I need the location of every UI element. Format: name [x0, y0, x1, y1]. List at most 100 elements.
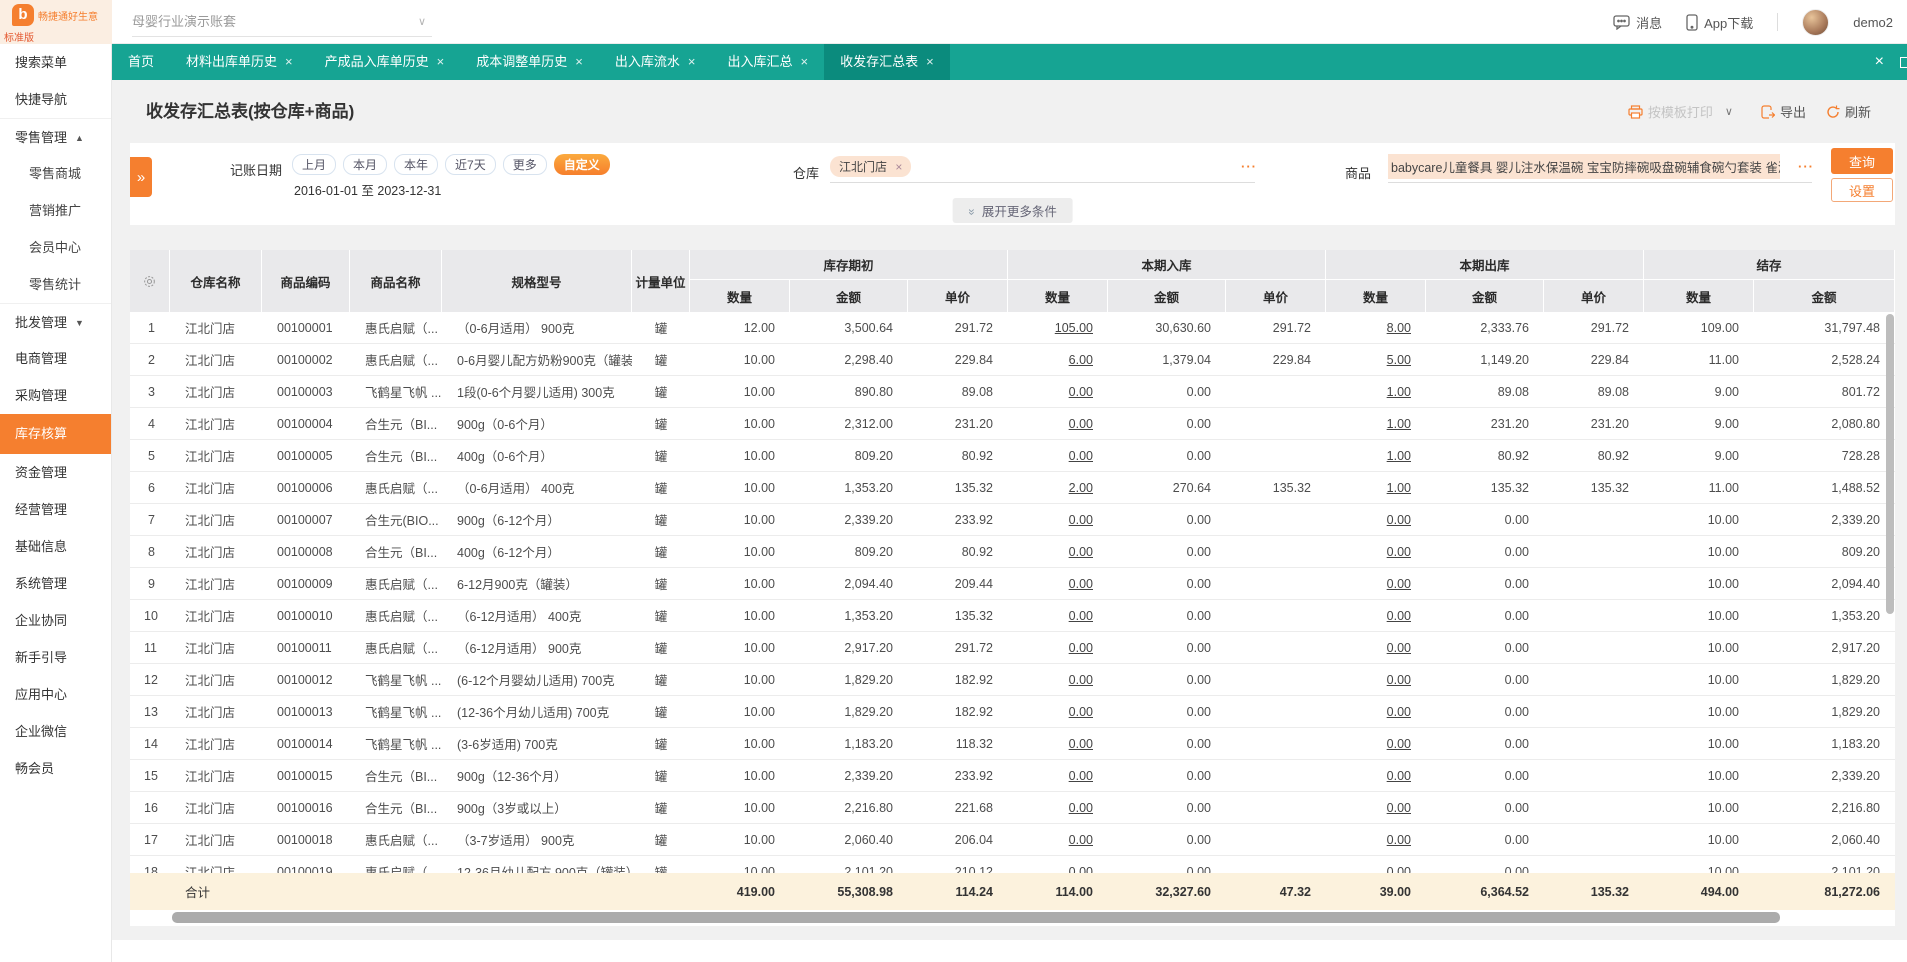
cell-value[interactable]: 0.00 [1326, 513, 1426, 527]
search-button[interactable]: 查询 [1831, 148, 1893, 174]
sidebar-item-14[interactable]: 系统管理 [0, 565, 111, 602]
sub-header-1-1[interactable]: 金额 [1108, 280, 1226, 312]
column-header-2[interactable]: 商品名称 [350, 250, 442, 312]
cell-value[interactable]: 105.00 [1008, 321, 1108, 335]
cell-value[interactable]: 0.00 [1326, 769, 1426, 783]
sidebar-item-18[interactable]: 企业微信 [0, 713, 111, 750]
cell-value[interactable]: 1.00 [1326, 481, 1426, 495]
cell-value[interactable]: 0.00 [1326, 545, 1426, 559]
column-settings-gear-icon[interactable] [130, 250, 170, 312]
cell-value[interactable]: 0.00 [1008, 385, 1108, 399]
messages-button[interactable]: 消息 [1613, 13, 1662, 32]
tab-0[interactable]: 首页 [112, 44, 170, 80]
date-preset-2[interactable]: 本年 [394, 154, 439, 175]
cell-value[interactable]: 0.00 [1326, 801, 1426, 815]
sidebar-item-8[interactable]: 电商管理 [0, 340, 111, 377]
tab-close-icon[interactable]: × [800, 54, 808, 69]
app-download-button[interactable]: App下载 [1686, 13, 1753, 32]
sidebar-item-16[interactable]: 新手引导 [0, 639, 111, 676]
account-selector[interactable]: 母婴行业演示账套 ∨ [132, 7, 432, 37]
sidebar-item-17[interactable]: 应用中心 [0, 676, 111, 713]
sub-header-3-1[interactable]: 金额 [1754, 280, 1895, 312]
date-preset-3[interactable]: 近7天 [445, 154, 496, 175]
cell-value[interactable]: 0.00 [1008, 513, 1108, 527]
close-all-tabs-icon[interactable]: × [1875, 53, 1884, 71]
sub-header-1-2[interactable]: 单价 [1226, 280, 1326, 312]
sidebar-item-1[interactable]: 快捷导航 [0, 81, 111, 118]
cell-value[interactable]: 0.00 [1326, 833, 1426, 847]
cell-value[interactable]: 5.00 [1326, 353, 1426, 367]
column-header-0[interactable]: 仓库名称 [170, 250, 262, 312]
export-button[interactable]: 导出 [1761, 102, 1806, 121]
sidebar-item-0[interactable]: 搜索菜单 [0, 44, 111, 81]
cell-value[interactable]: 0.00 [1008, 769, 1108, 783]
sidebar-item-15[interactable]: 企业协同 [0, 602, 111, 639]
tab-close-icon[interactable]: × [285, 54, 293, 69]
cell-value[interactable]: 0.00 [1008, 417, 1108, 431]
sidebar-item-3[interactable]: 零售商城 [0, 155, 111, 192]
column-header-1[interactable]: 商品编码 [262, 250, 350, 312]
collapse-filter-button[interactable]: » [130, 157, 152, 197]
sidebar-item-6[interactable]: 零售统计 [0, 266, 111, 303]
sidebar-item-12[interactable]: 经营管理 [0, 491, 111, 528]
cell-value[interactable]: 8.00 [1326, 321, 1426, 335]
tab-1[interactable]: 材料出库单历史 × [170, 44, 309, 80]
remove-warehouse-tag-icon[interactable]: × [895, 160, 902, 174]
vertical-scrollbar[interactable] [1886, 314, 1894, 614]
sidebar-item-5[interactable]: 会员中心 [0, 229, 111, 266]
tab-close-icon[interactable]: × [688, 54, 696, 69]
cell-value[interactable]: 1.00 [1326, 385, 1426, 399]
refresh-button[interactable]: 刷新 [1826, 102, 1871, 121]
product-field[interactable]: babycare儿童餐具 婴儿注水保温碗 宝宝防摔碗吸盘碗辅食碗勺套装 雀湖绿 … [1388, 153, 1814, 183]
column-header-4[interactable]: 计量单位 [632, 250, 690, 312]
cell-value[interactable]: 0.00 [1008, 801, 1108, 815]
cell-value[interactable]: 0.00 [1326, 705, 1426, 719]
cell-value[interactable]: 0.00 [1008, 609, 1108, 623]
tab-close-icon[interactable]: × [575, 54, 583, 69]
cell-value[interactable]: 0.00 [1326, 641, 1426, 655]
cell-value[interactable]: 0.00 [1008, 577, 1108, 591]
cell-value[interactable]: 0.00 [1326, 577, 1426, 591]
sub-header-0-2[interactable]: 单价 [908, 280, 1008, 312]
date-preset-0[interactable]: 上月 [292, 154, 337, 175]
warehouse-more-icon[interactable]: ··· [1241, 159, 1257, 174]
cell-value[interactable]: 0.00 [1008, 833, 1108, 847]
sub-header-0-0[interactable]: 数量 [690, 280, 790, 312]
column-header-3[interactable]: 规格型号 [442, 250, 632, 312]
settings-button[interactable]: 设置 [1831, 178, 1893, 202]
product-more-icon[interactable]: ··· [1798, 159, 1814, 174]
sidebar-item-2[interactable]: 零售管理 ▲ [0, 118, 111, 155]
cell-value[interactable]: 0.00 [1008, 673, 1108, 687]
cell-value[interactable]: 0.00 [1008, 705, 1108, 719]
cell-value[interactable]: 0.00 [1326, 673, 1426, 687]
cell-value[interactable]: 0.00 [1008, 449, 1108, 463]
tab-2[interactable]: 产成品入库单历史 × [309, 44, 461, 80]
cell-value[interactable]: 6.00 [1008, 353, 1108, 367]
cell-value[interactable]: 1.00 [1326, 417, 1426, 431]
sidebar-item-13[interactable]: 基础信息 [0, 528, 111, 565]
tab-close-icon[interactable]: × [437, 54, 445, 69]
cell-value[interactable]: 0.00 [1008, 737, 1108, 751]
toggle-fullscreen-icon[interactable] [1900, 56, 1907, 68]
tab-3[interactable]: 成本调整单历史 × [460, 44, 599, 80]
expand-more-conditions-button[interactable]: » 展开更多条件 [952, 198, 1073, 223]
tab-4[interactable]: 出入库流水 × [599, 44, 712, 80]
tab-5[interactable]: 出入库汇总 × [711, 44, 824, 80]
sidebar-item-7[interactable]: 批发管理 ▼ [0, 303, 111, 340]
sidebar-item-11[interactable]: 资金管理 [0, 454, 111, 491]
avatar[interactable] [1802, 8, 1830, 36]
tab-6[interactable]: 收发存汇总表 × [824, 44, 950, 80]
username[interactable]: demo2 [1853, 15, 1893, 30]
warehouse-field[interactable]: 江北门店 × ··· [830, 153, 1257, 183]
cell-value[interactable]: 1.00 [1326, 449, 1426, 463]
date-custom-chip[interactable]: 自定义 [553, 154, 610, 175]
sidebar-item-19[interactable]: 畅会员 [0, 750, 111, 787]
sidebar-item-9[interactable]: 采购管理 [0, 377, 111, 414]
cell-value[interactable]: 0.00 [1326, 737, 1426, 751]
sub-header-2-2[interactable]: 单价 [1544, 280, 1644, 312]
sidebar-item-10[interactable]: 库存核算 [0, 414, 111, 454]
date-preset-4[interactable]: 更多 [502, 154, 547, 175]
cell-value[interactable]: 0.00 [1326, 609, 1426, 623]
sub-header-3-0[interactable]: 数量 [1644, 280, 1754, 312]
cell-value[interactable]: 0.00 [1008, 545, 1108, 559]
